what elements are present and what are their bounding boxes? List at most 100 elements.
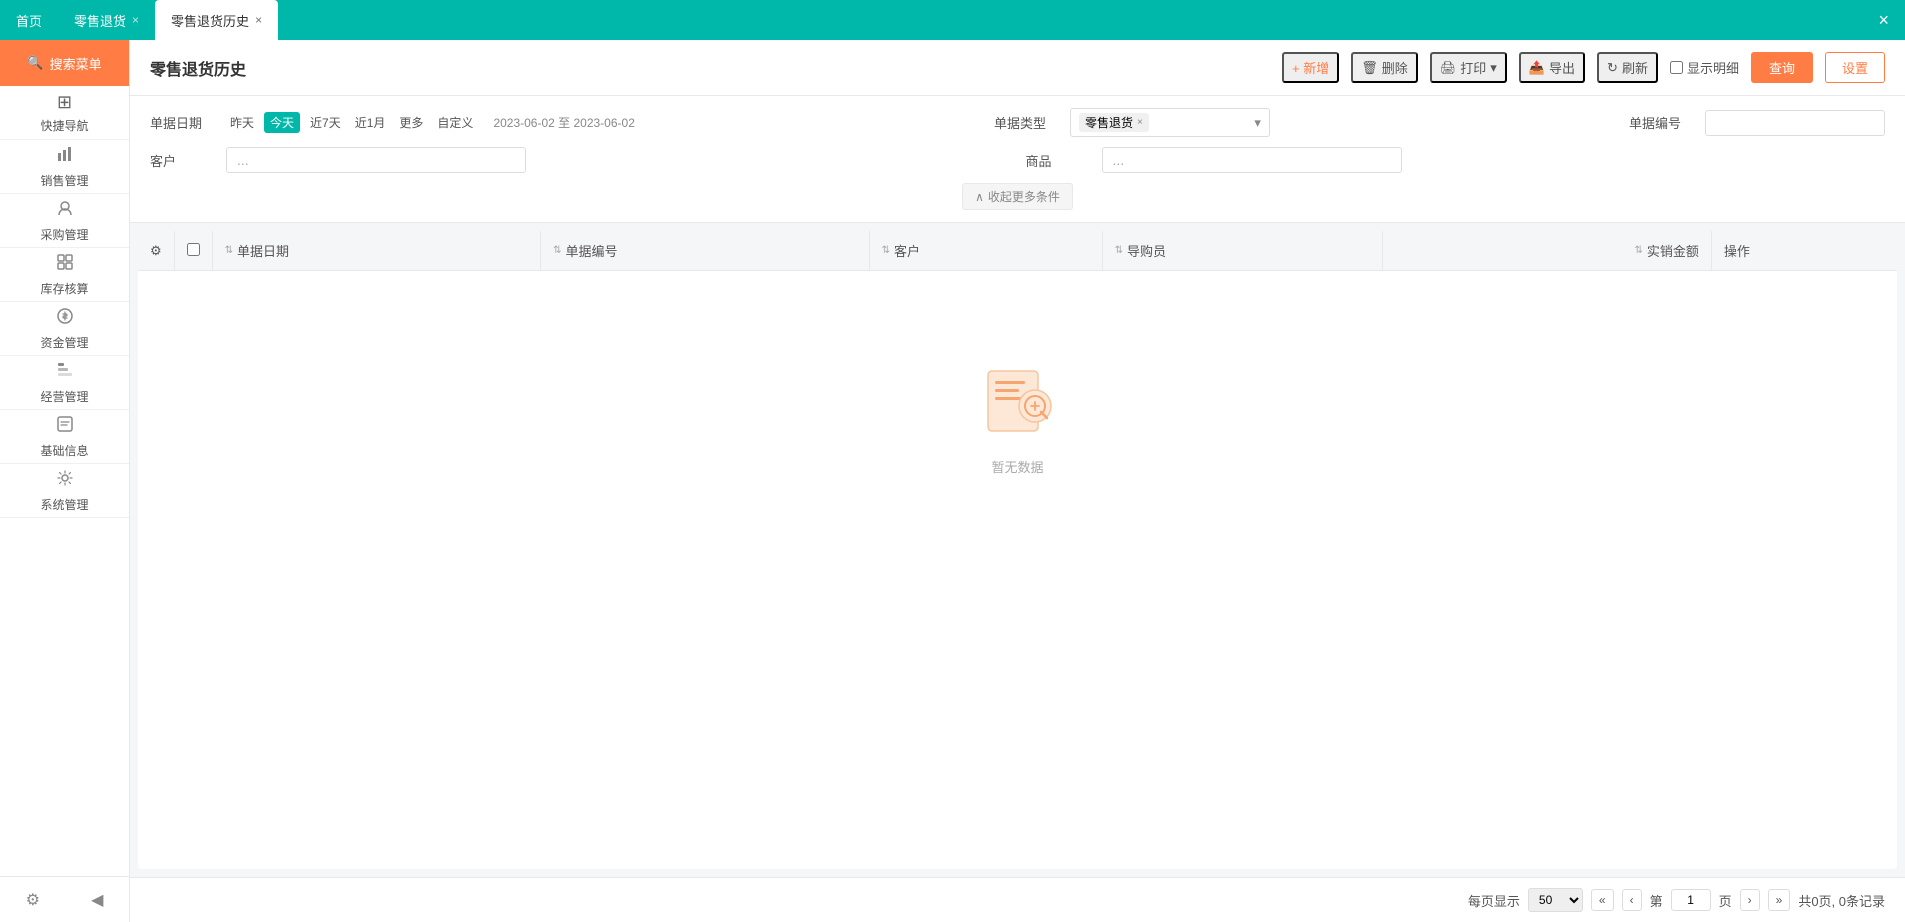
settings-icon: ⚙	[150, 243, 162, 258]
table-area: ⚙ ⇅ 单据日期 ⇅	[138, 231, 1897, 869]
sidebar-item-quick-nav[interactable]: ⊞ 快捷导航	[0, 86, 129, 140]
export-icon: 📤	[1529, 60, 1545, 76]
customer-input[interactable]: ...	[226, 147, 526, 173]
print-dropdown-icon: ▾	[1490, 60, 1497, 76]
system-icon	[56, 469, 74, 492]
collapse-filter-button[interactable]: ∧ 收起更多条件	[962, 183, 1073, 210]
query-button[interactable]: 查询	[1751, 52, 1813, 83]
bill-type-tag: 零售退货 ×	[1079, 113, 1149, 132]
page-header: 零售退货历史 + 新增 🗑 删除 🖨 打印 ▾ 📤 导出 ↻	[130, 40, 1905, 96]
sidebar-collapse-button[interactable]: ◀	[91, 890, 103, 910]
print-button[interactable]: 🖨 打印 ▾	[1430, 52, 1507, 83]
date-option-yesterday[interactable]: 昨天	[226, 112, 258, 133]
page-size-select[interactable]: 50 10 20 100	[1528, 888, 1583, 912]
delete-button[interactable]: 🗑 删除	[1351, 52, 1418, 83]
goods-input[interactable]: ...	[1102, 147, 1402, 173]
sidebar-item-basic-info[interactable]: 基础信息	[0, 410, 129, 464]
goods-label: 商品	[1026, 151, 1086, 170]
display-detail-toggle[interactable]: 显示明细	[1670, 58, 1739, 77]
date-option-more[interactable]: 更多	[395, 112, 427, 133]
page-label: 第	[1650, 891, 1663, 910]
date-options: 昨天 今天 近7天 近1月 更多 自定义	[226, 112, 477, 133]
sales-icon	[56, 145, 74, 168]
pagination-bar: 每页显示 50 10 20 100 « ‹ 第 页 › » 共0页, 0条记录	[130, 877, 1905, 922]
filter-row-1: 单据日期 昨天 今天 近7天 近1月 更多 自定义 2023-06-02 至 2…	[150, 108, 1885, 137]
th-bill-date[interactable]: ⇅ 单据日期	[212, 231, 541, 271]
date-option-custom[interactable]: 自定义	[433, 112, 477, 133]
tab-retail-return-history[interactable]: 零售退货历史 ×	[155, 0, 278, 40]
th-customer[interactable]: ⇅ 客户	[869, 231, 1102, 271]
empty-text: 暂无数据	[991, 457, 1043, 476]
total-records: 共0页, 0条记录	[1798, 891, 1885, 910]
finance-icon	[56, 307, 74, 330]
customer-label: 客户	[150, 151, 210, 170]
bill-no-input[interactable]	[1705, 110, 1885, 136]
bill-no-label: 单据编号	[1629, 113, 1689, 132]
th-actual-amount[interactable]: ⇅ 实销金额	[1383, 231, 1712, 271]
sidebar-item-purchase-mgmt[interactable]: 采购管理	[0, 194, 129, 248]
sort-icon: ⇅	[1634, 245, 1642, 256]
th-checkbox[interactable]	[174, 231, 212, 271]
th-settings[interactable]: ⚙	[138, 231, 174, 271]
search-icon: 🔍	[27, 55, 43, 71]
main-layout: 🔍 搜索菜单 ⊞ 快捷导航 销售管理 采购管理	[0, 40, 1905, 922]
th-operation: 操作	[1711, 231, 1897, 271]
bill-date-label: 单据日期	[150, 113, 210, 132]
bill-type-select[interactable]: 零售退货 × ▾	[1070, 108, 1270, 137]
sidebar-item-system[interactable]: 系统管理	[0, 464, 129, 518]
tab-retail-return-history-close[interactable]: ×	[255, 13, 262, 27]
filter-row-2: 客户 ... 商品 ...	[150, 147, 1885, 173]
sidebar-search[interactable]: 🔍 搜索菜单	[0, 40, 129, 86]
date-option-last7[interactable]: 近7天	[306, 112, 345, 133]
bill-type-tag-close[interactable]: ×	[1137, 117, 1143, 128]
next-page-button[interactable]: ›	[1740, 889, 1760, 911]
page-title: 零售退货历史	[150, 56, 246, 80]
purchase-icon	[56, 199, 74, 222]
date-option-today[interactable]: 今天	[264, 112, 300, 133]
tab-retail-return[interactable]: 零售退货 ×	[58, 0, 155, 40]
export-button[interactable]: 📤 导出	[1519, 52, 1585, 83]
date-range-display: 2023-06-02 至 2023-06-02	[493, 114, 634, 131]
operations-icon	[56, 361, 74, 384]
last-page-button[interactable]: »	[1768, 889, 1791, 911]
display-detail-checkbox[interactable]	[1670, 61, 1683, 74]
sidebar-item-finance[interactable]: 资金管理	[0, 302, 129, 356]
top-bar: 首页 零售退货 × 零售退货历史 × ×	[0, 0, 1905, 40]
print-icon: 🖨	[1440, 60, 1457, 76]
page-number-input[interactable]	[1671, 889, 1711, 911]
sidebar-item-operations[interactable]: 经营管理	[0, 356, 129, 410]
delete-icon: 🗑	[1361, 60, 1378, 76]
content-area: 零售退货历史 + 新增 🗑 删除 🖨 打印 ▾ 📤 导出 ↻	[130, 40, 1905, 922]
sidebar-item-sales-mgmt[interactable]: 销售管理	[0, 140, 129, 194]
new-button[interactable]: + 新增	[1282, 52, 1339, 83]
sidebar-settings-button[interactable]: ⚙	[26, 890, 40, 910]
page-size-label: 每页显示	[1468, 891, 1520, 910]
date-option-last-month[interactable]: 近1月	[351, 112, 390, 133]
page-suffix: 页	[1719, 891, 1732, 910]
window-close-button[interactable]: ×	[1862, 10, 1905, 31]
quick-nav-icon: ⊞	[57, 92, 72, 113]
basic-info-icon	[56, 415, 74, 438]
tab-home[interactable]: 首页	[0, 0, 58, 40]
select-all-checkbox[interactable]	[187, 243, 200, 256]
prev-page-button[interactable]: ‹	[1622, 889, 1642, 911]
header-actions: + 新增 🗑 删除 🖨 打印 ▾ 📤 导出 ↻ 刷新	[1282, 52, 1885, 83]
sort-icon: ⇅	[225, 245, 233, 256]
sort-icon: ⇅	[553, 245, 561, 256]
settings-button[interactable]: 设置	[1825, 52, 1885, 83]
sidebar-bottom: ⚙ ◀	[0, 876, 129, 922]
refresh-icon: ↻	[1607, 60, 1618, 76]
sort-icon: ⇅	[882, 245, 890, 256]
th-bill-no[interactable]: ⇅ 单据编号	[541, 231, 870, 271]
sidebar-menu: ⊞ 快捷导航 销售管理 采购管理 库存核算	[0, 86, 129, 876]
sidebar: 🔍 搜索菜单 ⊞ 快捷导航 销售管理 采购管理	[0, 40, 130, 922]
bill-type-label: 单据类型	[994, 113, 1054, 132]
th-guide[interactable]: ⇅ 导购员	[1102, 231, 1383, 271]
tab-retail-return-close[interactable]: ×	[132, 13, 139, 27]
first-page-button[interactable]: «	[1591, 889, 1614, 911]
collapse-icon: ∧	[975, 190, 984, 204]
filter-area: 单据日期 昨天 今天 近7天 近1月 更多 自定义 2023-06-02 至 2…	[130, 96, 1905, 223]
sidebar-item-inventory[interactable]: 库存核算	[0, 248, 129, 302]
sort-icon: ⇅	[1115, 245, 1123, 256]
refresh-button[interactable]: ↻ 刷新	[1597, 52, 1658, 83]
